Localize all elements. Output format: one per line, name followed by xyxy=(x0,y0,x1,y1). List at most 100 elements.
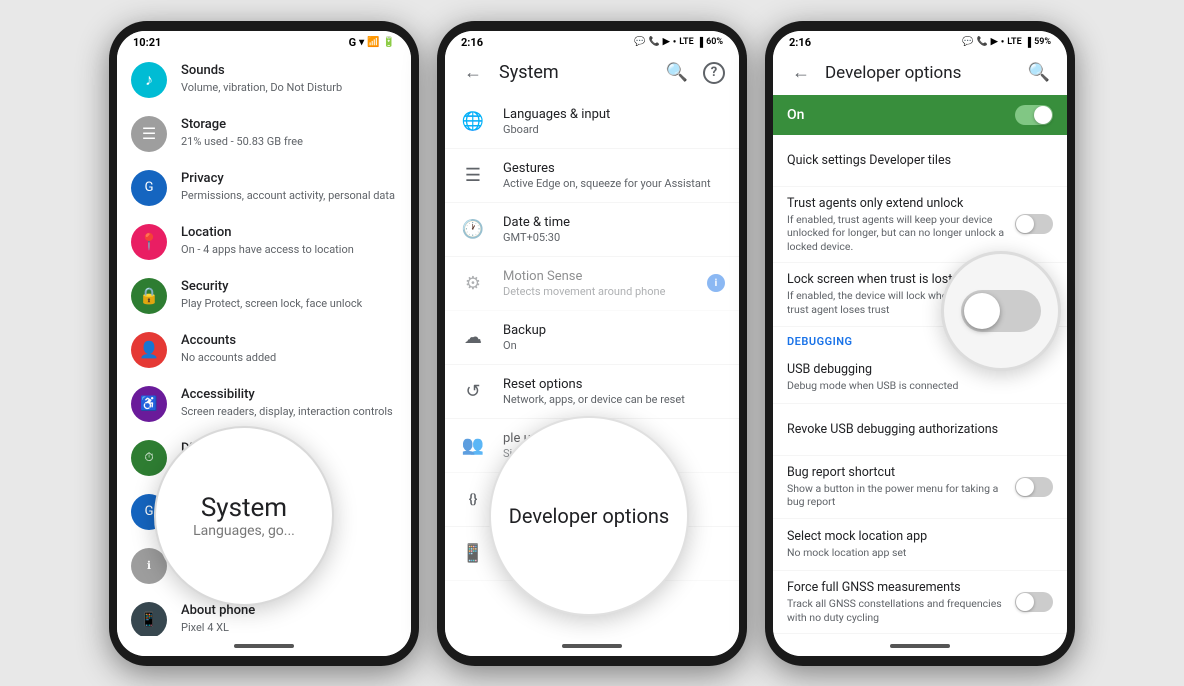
system-item-reset[interactable]: ↺ Reset options Network, apps, or device… xyxy=(445,365,739,419)
system-item-datetime[interactable]: 🕐 Date & time GMT+05:30 xyxy=(445,203,739,257)
accounts-text: Accounts No accounts added xyxy=(181,333,397,365)
signal-icon: ▾ xyxy=(359,37,364,48)
dev-item-gnss[interactable]: Force full GNSS measurements Track all G… xyxy=(773,571,1067,634)
about-text: About phone Pixel 4 XL xyxy=(181,603,397,635)
quick-tiles-text: Quick settings Developer tiles xyxy=(787,153,1053,168)
privacy-icon: G xyxy=(131,170,167,206)
datetime-icon: 🕐 xyxy=(459,215,487,243)
digital-icon: ⏱ xyxy=(131,440,167,476)
dev-on-bar: On xyxy=(773,95,1067,135)
mock-location-text: Select mock location app No mock locatio… xyxy=(787,529,1053,560)
magnify-2-title: Developer options xyxy=(499,504,679,528)
phone2-dot-icon: • xyxy=(673,37,677,48)
mock-location-title: Select mock location app xyxy=(787,529,1045,544)
settings-item-security[interactable]: 🔒 Security Play Protect, screen lock, fa… xyxy=(117,269,411,323)
sounds-subtitle: Volume, vibration, Do Not Disturb xyxy=(181,81,397,95)
phone-3-time: 2:16 xyxy=(789,36,811,49)
phone-3-dev-title: Developer options xyxy=(825,63,1015,83)
dev-item-bug-report[interactable]: Bug report shortcut Show a button in the… xyxy=(773,456,1067,519)
dev-on-toggle[interactable] xyxy=(1015,105,1053,125)
gestures-text: Gestures Active Edge on, squeeze for you… xyxy=(503,161,725,190)
settings-item-sounds[interactable]: ♪ Sounds Volume, vibration, Do Not Distu… xyxy=(117,53,411,107)
system-item-backup[interactable]: ☁ Backup On xyxy=(445,311,739,365)
phone2-battery-text: 60% xyxy=(706,37,723,47)
motion-title: Motion Sense xyxy=(503,269,691,284)
settings-item-accessibility[interactable]: ♿ Accessibility Screen readers, display,… xyxy=(117,377,411,431)
bug-report-text: Bug report shortcut Show a button in the… xyxy=(787,465,1015,509)
phone-2-back-icon[interactable]: ← xyxy=(459,59,487,87)
phone-2-search-icon[interactable]: 🔍 xyxy=(663,59,691,87)
settings-item-accounts[interactable]: 👤 Accounts No accounts added xyxy=(117,323,411,377)
revoke-usb-text: Revoke USB debugging authorizations xyxy=(787,422,1053,437)
motion-sub: Detects movement around phone xyxy=(503,285,691,298)
dev-item-quick-tiles[interactable]: Quick settings Developer tiles xyxy=(773,135,1067,187)
motion-text: Motion Sense Detects movement around pho… xyxy=(503,269,691,298)
bug-report-sub: Show a button in the power menu for taki… xyxy=(787,482,1007,509)
bug-report-thumb xyxy=(1016,478,1034,496)
trust-agents-toggle[interactable] xyxy=(1015,214,1053,234)
phone-2-help-icon[interactable]: ? xyxy=(703,62,725,84)
phone2-lte-icon: LTE xyxy=(679,37,693,47)
datetime-sub: GMT+05:30 xyxy=(503,231,725,244)
trust-agents-thumb xyxy=(1016,215,1034,233)
about-icon: 📱 xyxy=(131,602,167,636)
multiuser-icon: 👥 xyxy=(459,431,487,459)
gnss-toggle[interactable] xyxy=(1015,592,1053,612)
dev-on-toggle-thumb xyxy=(1034,106,1052,124)
dev-item-mock-location[interactable]: Select mock location app No mock locatio… xyxy=(773,519,1067,571)
sounds-text: Sounds Volume, vibration, Do Not Disturb xyxy=(181,63,397,95)
usb-debug-big-toggle[interactable] xyxy=(961,290,1041,332)
phone2-msg-icon: 💬 xyxy=(634,37,645,47)
phone-3-dev-header: ← Developer options 🔍 xyxy=(773,51,1067,95)
phone-3-status-bar: 2:16 💬 📞 ▶ • LTE ▐ 59% xyxy=(773,31,1067,51)
system-item-motion[interactable]: ⚙ Motion Sense Detects movement around p… xyxy=(445,257,739,311)
quick-tiles-title: Quick settings Developer tiles xyxy=(787,153,1045,168)
storage-text: Storage 21% used - 50.83 GB free xyxy=(181,117,397,149)
settings-item-storage[interactable]: ☰ Storage 21% used - 50.83 GB free xyxy=(117,107,411,161)
phone3-dot-icon: • xyxy=(1001,37,1005,48)
phone-2-home-bar xyxy=(445,636,739,656)
phone-3-dev-list: Quick settings Developer tiles Trust age… xyxy=(773,135,1067,636)
phone3-signal-icon: ▐ xyxy=(1025,37,1031,48)
phone-2-time: 2:16 xyxy=(461,36,483,49)
gestures-sub: Active Edge on, squeeze for your Assista… xyxy=(503,177,725,190)
revoke-usb-title: Revoke USB debugging authorizations xyxy=(787,422,1045,437)
phone-2-header: ← System 🔍 ? xyxy=(445,51,739,95)
dev-item-revoke-usb[interactable]: Revoke USB debugging authorizations xyxy=(773,404,1067,456)
accessibility-text: Accessibility Screen readers, display, i… xyxy=(181,387,397,419)
phone-1-home-indicator xyxy=(234,644,294,648)
phone3-battery-text: 59% xyxy=(1034,37,1051,47)
battery-icon: 🔋 xyxy=(383,37,395,48)
settings-item-location[interactable]: 📍 Location On - 4 apps have access to lo… xyxy=(117,215,411,269)
bug-report-title: Bug report shortcut xyxy=(787,465,1007,480)
phone2-signal-icon: ▐ xyxy=(697,37,703,48)
devopt-icon: {} xyxy=(459,485,487,513)
accessibility-icon: ♿ xyxy=(131,386,167,422)
settings-item-privacy[interactable]: G Privacy Permissions, account activity,… xyxy=(117,161,411,215)
backup-title: Backup xyxy=(503,323,725,338)
reset-text: Reset options Network, apps, or device c… xyxy=(503,377,725,406)
system-item-gestures[interactable]: ☰ Gestures Active Edge on, squeeze for y… xyxy=(445,149,739,203)
backup-sub: On xyxy=(503,339,725,352)
magnify-1-subtitle: Languages, go... xyxy=(193,523,295,539)
phone-3-home-bar xyxy=(773,636,1067,656)
bug-report-toggle[interactable] xyxy=(1015,477,1053,497)
location-icon: 📍 xyxy=(131,224,167,260)
dev-item-trust-agents[interactable]: Trust agents only extend unlock If enabl… xyxy=(773,187,1067,264)
privacy-subtitle: Permissions, account activity, personal … xyxy=(181,189,397,203)
mock-location-sub: No mock location app set xyxy=(787,546,1045,560)
reset-title: Reset options xyxy=(503,377,725,392)
phone-1-home-bar xyxy=(117,636,411,656)
phone-3-search-icon[interactable]: 🔍 xyxy=(1025,59,1053,87)
privacy-title: Privacy xyxy=(181,171,397,188)
about-title: About phone xyxy=(181,603,397,620)
phone-2-header-title: System xyxy=(499,62,651,83)
lang-icon: 🌐 xyxy=(459,107,487,135)
phone3-msg-icon: 💬 xyxy=(962,37,973,47)
magnify-1-title: System xyxy=(201,493,287,523)
phone-3-back-icon[interactable]: ← xyxy=(787,59,815,87)
phone-1-status-bar: 10:21 G ▾ 📶 🔋 xyxy=(117,31,411,51)
phone-1-status-icons: G ▾ 📶 🔋 xyxy=(349,36,395,49)
phone-3-magnify xyxy=(941,251,1061,371)
system-item-lang[interactable]: 🌐 Languages & input Gboard xyxy=(445,95,739,149)
